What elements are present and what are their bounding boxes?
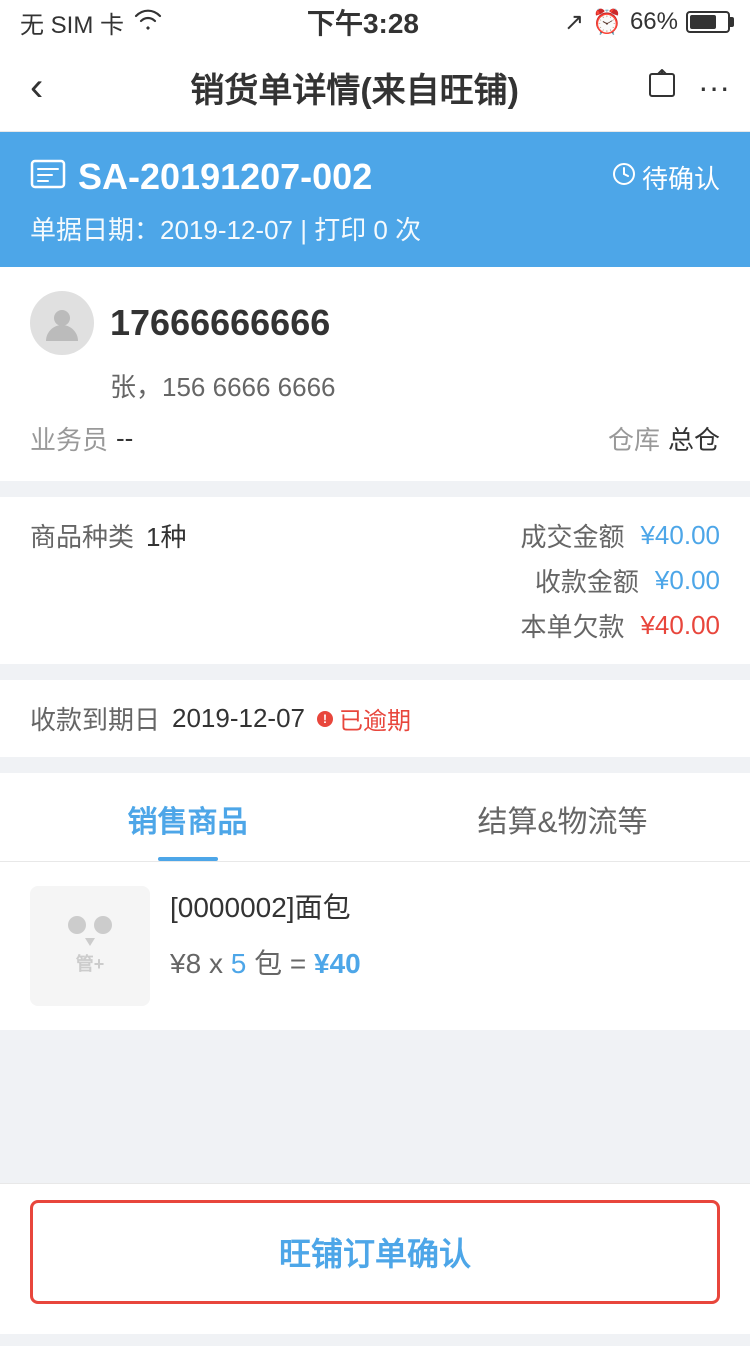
order-id-row: SA-20191207-002 待确认 xyxy=(30,156,720,198)
page-title: 销货单详情(来自旺铺) xyxy=(63,63,646,112)
product-section: 管+ [0000002]面包 ¥8 x 5 包 = ¥40 xyxy=(0,862,750,1030)
status-time: 下午3:28 xyxy=(307,2,419,42)
share-icon[interactable] xyxy=(646,68,678,108)
nav-actions: ··· xyxy=(646,68,730,108)
product-info: [0000002]面包 ¥8 x 5 包 = ¥40 xyxy=(170,886,720,982)
battery-icon xyxy=(686,11,730,33)
product-type: 商品种类 1种 xyxy=(30,517,520,554)
status-left: 无 SIM 卡 xyxy=(20,5,162,40)
order-status: 待确认 xyxy=(612,159,720,196)
received-amount-row: 收款金额 ¥0.00 xyxy=(535,562,720,599)
customer-phone: 17666666666 xyxy=(110,302,330,344)
wifi-icon xyxy=(134,8,162,37)
avatar xyxy=(30,291,94,355)
tab-sales-products[interactable]: 销售商品 xyxy=(0,773,375,861)
tabs-row: 销售商品 结算&物流等 xyxy=(0,773,750,862)
confirm-order-button[interactable]: 旺铺订单确认 xyxy=(30,1200,720,1304)
overdue-icon: ! xyxy=(317,711,333,727)
overdue-badge: ! 已逾期 xyxy=(317,701,411,736)
order-header: SA-20191207-002 待确认 单据日期：2019-12-07 | 打印… xyxy=(0,132,750,267)
bottom-bar: 旺铺订单确认 xyxy=(0,1183,750,1334)
alarm-icon: ⏰ xyxy=(592,8,622,37)
product-price-row: ¥8 x 5 包 = ¥40 xyxy=(170,942,720,982)
product-thumbnail: 管+ xyxy=(30,886,150,1006)
warehouse-info: 仓库 总仓 xyxy=(608,420,720,457)
tab-settlement[interactable]: 结算&物流等 xyxy=(375,773,750,861)
status-right: ↗ ⏰ 66% xyxy=(564,8,730,37)
location-icon: ↗ xyxy=(564,8,584,37)
product-name: [0000002]面包 xyxy=(170,886,720,926)
battery-percent: 66% xyxy=(630,8,678,36)
customer-meta: 业务员 -- 仓库 总仓 xyxy=(30,420,720,457)
overdue-text: 已逾期 xyxy=(339,701,411,736)
deal-amount-row: 成交金额 ¥40.00 xyxy=(520,517,720,554)
sales-info: 业务员 -- xyxy=(30,420,133,457)
summary-section: 商品种类 1种 成交金额 ¥40.00 收款金额 ¥0.00 本单欠款 ¥40.… xyxy=(0,497,750,664)
back-button[interactable]: ‹ xyxy=(20,55,53,120)
customer-name: 张，156 6666 6666 xyxy=(30,367,720,404)
nav-bar: ‹ 销货单详情(来自旺铺) ··· xyxy=(0,44,750,132)
order-id: SA-20191207-002 xyxy=(30,156,372,198)
tabs-section: 销售商品 结算&物流等 xyxy=(0,773,750,862)
owed-amount-row: 本单欠款 ¥40.00 xyxy=(520,607,720,644)
clock-icon xyxy=(612,162,636,193)
owl-logo: 管+ xyxy=(68,916,112,976)
order-date-info: 单据日期：2019-12-07 | 打印 0 次 xyxy=(30,210,720,247)
status-bar: 无 SIM 卡 下午3:28 ↗ ⏰ 66% xyxy=(0,0,750,44)
more-icon[interactable]: ··· xyxy=(698,69,730,106)
customer-section: 17666666666 张，156 6666 6666 业务员 -- 仓库 总仓 xyxy=(0,267,750,481)
amounts: 成交金额 ¥40.00 收款金额 ¥0.00 本单欠款 ¥40.00 xyxy=(520,517,720,644)
due-section: 收款到期日 2019-12-07 ! 已逾期 xyxy=(0,680,750,757)
carrier-text: 无 SIM 卡 xyxy=(20,5,124,40)
order-icon xyxy=(30,156,66,198)
customer-row: 17666666666 xyxy=(30,291,720,355)
